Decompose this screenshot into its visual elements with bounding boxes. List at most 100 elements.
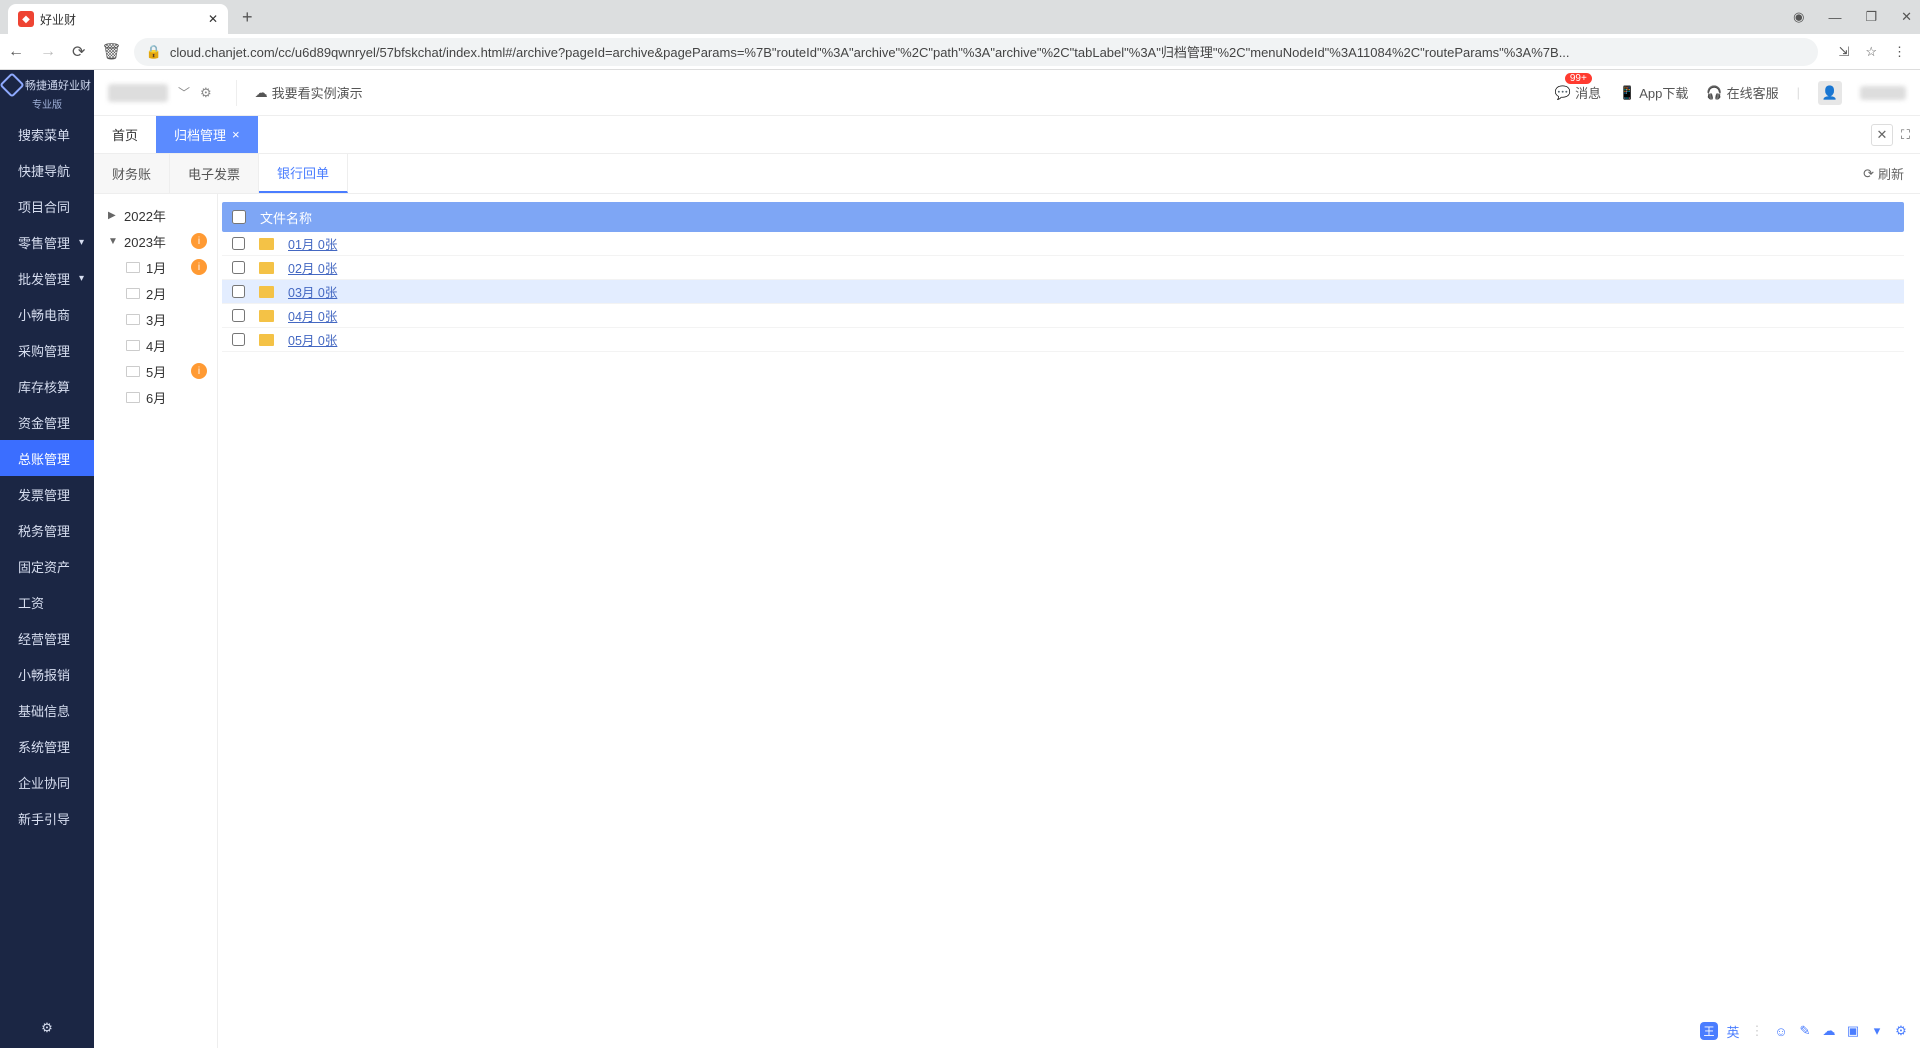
file-name-link[interactable]: 05月 0张 xyxy=(288,330,337,349)
ime-cloud-icon[interactable]: ☁ xyxy=(1820,1022,1838,1040)
tree-month[interactable]: 1月i xyxy=(98,254,213,280)
sidebar-item[interactable]: 新手引导 xyxy=(0,800,94,836)
logo-brand: 畅捷通好业财 xyxy=(25,77,91,93)
window-close-icon[interactable]: ✕ xyxy=(1901,9,1912,25)
org-selector[interactable]: ﹀ xyxy=(108,84,190,102)
org-name-blurred xyxy=(108,84,168,102)
select-all-checkbox[interactable] xyxy=(232,210,246,224)
file-row[interactable]: 04月 0张 xyxy=(222,304,1904,328)
sidebar-item[interactable]: 发票管理 xyxy=(0,476,94,512)
tab-close-icon[interactable]: ✕ xyxy=(208,12,218,26)
ime-smile-icon[interactable]: ☺ xyxy=(1772,1022,1790,1040)
row-checkbox[interactable] xyxy=(232,309,245,322)
tree-year[interactable]: ▶2022年 xyxy=(98,202,213,228)
sidebar-item[interactable]: 批发管理▾ xyxy=(0,260,94,296)
sidebar-item[interactable]: 搜索菜单 xyxy=(0,116,94,152)
message-link[interactable]: 💬 消息 99+ xyxy=(1555,83,1601,102)
sidebar-settings[interactable]: ⚙ xyxy=(0,1008,94,1048)
subtab[interactable]: 财务账 xyxy=(94,154,170,193)
page-tabs: 首页归档管理× ✕ ⛶ xyxy=(94,116,1920,154)
minimize-icon[interactable]: — xyxy=(1828,10,1841,25)
file-row[interactable]: 05月 0张 xyxy=(222,328,1904,352)
ime-badge[interactable]: 王 xyxy=(1700,1022,1718,1040)
ime-down-icon[interactable]: ▾ xyxy=(1868,1022,1886,1040)
sidebar-item[interactable]: 项目合同 xyxy=(0,188,94,224)
close-all-tabs[interactable]: ✕ xyxy=(1871,124,1893,146)
download-link[interactable]: 📱 App下载 xyxy=(1619,83,1688,102)
tree-month[interactable]: 4月 xyxy=(98,332,213,358)
tree-month[interactable]: 3月 xyxy=(98,306,213,332)
chat-icon: 💬 xyxy=(1555,85,1571,101)
address-bar[interactable]: 🔒 cloud.chanjet.com/cc/u6d89qwnryel/57bf… xyxy=(134,38,1819,66)
file-row[interactable]: 01月 0张 xyxy=(222,232,1904,256)
url-text: cloud.chanjet.com/cc/u6d89qwnryel/57bfsk… xyxy=(170,42,1570,61)
ime-image-icon[interactable]: ▣ xyxy=(1844,1022,1862,1040)
trash-icon[interactable]: 🗑 xyxy=(101,42,121,62)
file-name-link[interactable]: 01月 0张 xyxy=(288,234,337,253)
account-icon[interactable]: ◉ xyxy=(1793,9,1804,25)
phone-icon: 📱 xyxy=(1619,85,1635,101)
demo-link[interactable]: ☁ 我要看实例演示 xyxy=(236,80,363,106)
folder-icon xyxy=(259,262,274,274)
sidebar-item[interactable]: 工资 xyxy=(0,584,94,620)
subtab[interactable]: 电子发票 xyxy=(170,154,259,193)
kebab-icon[interactable]: ⋮ xyxy=(1893,44,1906,60)
new-tab-button[interactable]: + xyxy=(242,7,253,28)
tab-title: 好业财 xyxy=(40,11,76,28)
sidebar-item[interactable]: 固定资产 xyxy=(0,548,94,584)
file-name-link[interactable]: 02月 0张 xyxy=(288,258,337,277)
sidebar-item[interactable]: 快捷导航 xyxy=(0,152,94,188)
file-name-link[interactable]: 03月 0张 xyxy=(288,282,337,301)
ime-edit-icon[interactable]: ✎ xyxy=(1796,1022,1814,1040)
file-name-link[interactable]: 04月 0张 xyxy=(288,306,337,325)
sidebar-item[interactable]: 采购管理 xyxy=(0,332,94,368)
browser-tab-strip: ◆ 好业财 ✕ + ◉ — ❐ ✕ xyxy=(0,0,1920,34)
tree-month[interactable]: 2月 xyxy=(98,280,213,306)
folder-icon xyxy=(126,366,140,377)
close-icon[interactable]: × xyxy=(232,127,240,142)
maximize-icon[interactable]: ❐ xyxy=(1865,9,1877,25)
ime-widget[interactable]: 王 英 ⋮ ☺ ✎ ☁ ▣ ▾ ⚙ xyxy=(1696,1020,1914,1042)
subtab[interactable]: 银行回单 xyxy=(259,154,348,193)
row-checkbox[interactable] xyxy=(232,333,245,346)
sidebar-item[interactable]: 税务管理 xyxy=(0,512,94,548)
tree-month[interactable]: 5月i xyxy=(98,358,213,384)
row-checkbox[interactable] xyxy=(232,285,245,298)
sidebar-item[interactable]: 库存核算 xyxy=(0,368,94,404)
refresh-button[interactable]: ⟳ 刷新 xyxy=(1863,164,1904,183)
triangle-right-icon: ▶ xyxy=(108,210,118,221)
file-row[interactable]: 03月 0张 xyxy=(222,280,1904,304)
sidebar-item[interactable]: 小畅报销 xyxy=(0,656,94,692)
page-tab[interactable]: 首页 xyxy=(94,116,156,153)
avatar[interactable]: 👤 xyxy=(1818,81,1842,105)
page-tab[interactable]: 归档管理× xyxy=(156,116,258,153)
sidebar-item[interactable]: 基础信息 xyxy=(0,692,94,728)
row-checkbox[interactable] xyxy=(232,237,245,250)
fullscreen-icon[interactable]: ⛶ xyxy=(1901,127,1910,143)
sidebar-item[interactable]: 经营管理 xyxy=(0,620,94,656)
sidebar-item[interactable]: 小畅电商 xyxy=(0,296,94,332)
install-icon[interactable]: ⇲ xyxy=(1838,44,1849,60)
ime-lang[interactable]: 英 xyxy=(1724,1022,1742,1040)
sidebar-item[interactable]: 总账管理 xyxy=(0,440,94,476)
reload-icon[interactable]: ⟳ xyxy=(72,42,85,62)
folder-icon xyxy=(126,262,140,273)
sidebar-item[interactable]: 系统管理 xyxy=(0,728,94,764)
back-icon[interactable]: ← xyxy=(8,43,24,61)
gear-icon[interactable]: ⚙ xyxy=(200,85,212,101)
star-icon[interactable]: ☆ xyxy=(1865,44,1877,60)
ime-gear-icon[interactable]: ⚙ xyxy=(1892,1022,1910,1040)
service-link[interactable]: 🎧 在线客服 xyxy=(1706,83,1778,102)
file-row[interactable]: 02月 0张 xyxy=(222,256,1904,280)
browser-tab[interactable]: ◆ 好业财 ✕ xyxy=(8,4,228,34)
sidebar-item[interactable]: 零售管理▾ xyxy=(0,224,94,260)
refresh-icon: ⟳ xyxy=(1863,166,1874,182)
lock-icon: 🔒 xyxy=(146,44,162,60)
triangle-down-icon: ▼ xyxy=(108,236,118,247)
sidebar-item[interactable]: 资金管理 xyxy=(0,404,94,440)
tree-year[interactable]: ▼2023年i xyxy=(98,228,213,254)
sidebar-item[interactable]: 企业协同 xyxy=(0,764,94,800)
tree-month[interactable]: 6月 xyxy=(98,384,213,410)
app-logo: 畅捷通好业财 专业版 xyxy=(0,70,94,116)
row-checkbox[interactable] xyxy=(232,261,245,274)
